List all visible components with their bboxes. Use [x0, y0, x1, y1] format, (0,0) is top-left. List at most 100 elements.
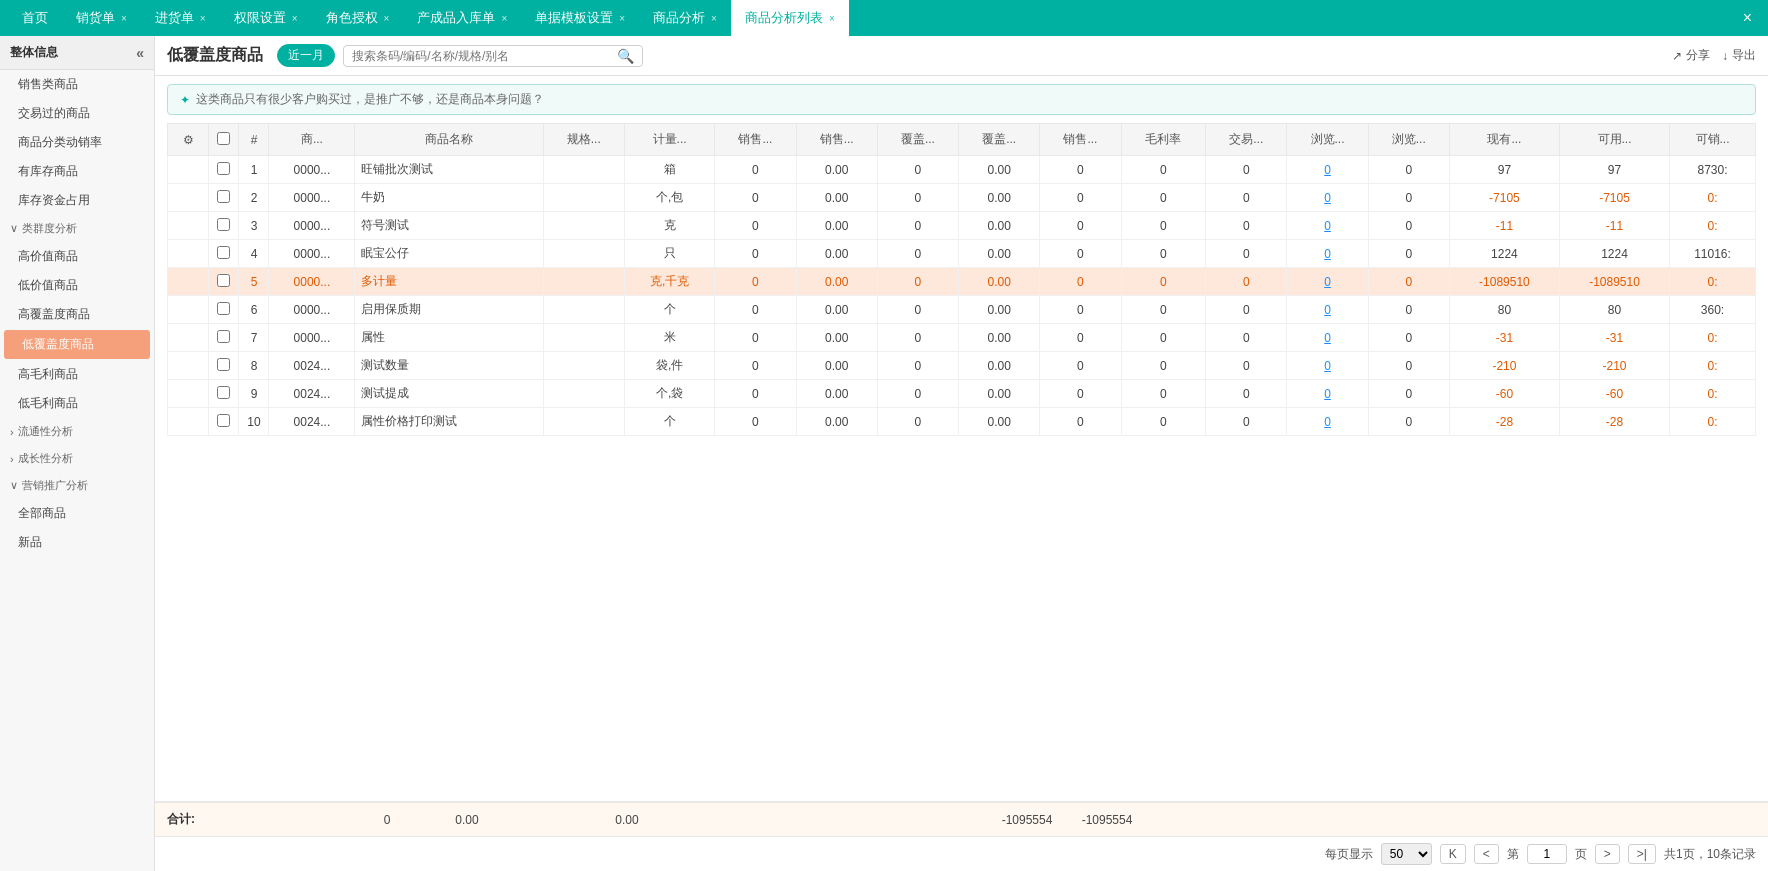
browse1-cell[interactable]: 0 [1287, 296, 1368, 324]
sales1-column-header[interactable]: 销售... [715, 124, 796, 156]
sidebar-item-high-value[interactable]: 高价值商品 [0, 242, 154, 271]
sales1-cell: 0 [715, 352, 796, 380]
row-checkbox[interactable] [217, 246, 230, 259]
checkbox-cell[interactable] [209, 380, 239, 408]
cover1-column-header[interactable]: 覆盖... [877, 124, 958, 156]
close-icon[interactable]: × [121, 13, 127, 24]
page-number-input[interactable] [1527, 844, 1567, 864]
search-input[interactable] [352, 49, 617, 63]
per-page-select[interactable]: 50 100 200 [1381, 843, 1432, 865]
close-all-tabs-button[interactable]: × [1735, 9, 1760, 27]
checkbox-cell[interactable] [209, 240, 239, 268]
checkbox-cell[interactable] [209, 184, 239, 212]
chevron-right-icon: › [10, 426, 14, 438]
browse1-cell[interactable]: 0 [1287, 380, 1368, 408]
first-page-button[interactable]: K [1440, 844, 1466, 864]
checkbox-cell[interactable] [209, 408, 239, 436]
sidebar-item-new-goods[interactable]: 新品 [0, 528, 154, 557]
nav-product-analysis[interactable]: 商品分析 × [639, 0, 731, 36]
browse2-cell: 0 [1368, 324, 1449, 352]
sales2-column-header[interactable]: 销售... [796, 124, 877, 156]
browse1-cell[interactable]: 0 [1287, 212, 1368, 240]
sidebar-item-high-coverage[interactable]: 高覆盖度商品 [0, 300, 154, 329]
sidebar-item-traded-goods[interactable]: 交易过的商品 [0, 99, 154, 128]
share-button[interactable]: ↗ 分享 [1672, 47, 1710, 64]
sidebar-item-low-coverage[interactable]: 低覆盖度商品 [4, 330, 150, 359]
browse1-cell[interactable]: 0 [1287, 240, 1368, 268]
prev-page-button[interactable]: < [1474, 844, 1499, 864]
checkbox-cell[interactable] [209, 212, 239, 240]
browse1-cell[interactable]: 0 [1287, 184, 1368, 212]
nav-role-auth[interactable]: 角色授权 × [312, 0, 404, 36]
settings-cell [168, 408, 209, 436]
sales3-column-header[interactable]: 销售... [1040, 124, 1121, 156]
row-checkbox[interactable] [217, 386, 230, 399]
sidebar-collapse-button[interactable]: « [136, 45, 144, 61]
row-checkbox[interactable] [217, 162, 230, 175]
row-checkbox[interactable] [217, 218, 230, 231]
row-checkbox[interactable] [217, 414, 230, 427]
close-icon[interactable]: × [619, 13, 625, 24]
row-checkbox[interactable] [217, 330, 230, 343]
close-icon[interactable]: × [200, 13, 206, 24]
browse1-cell[interactable]: 0 [1287, 324, 1368, 352]
sidebar-section-marketing[interactable]: ∨ 营销推广分析 [0, 472, 154, 499]
browse1-cell[interactable]: 0 [1287, 268, 1368, 296]
stock1-column-header[interactable]: 现有... [1449, 124, 1559, 156]
nav-purchase-order[interactable]: 进货单 × [141, 0, 220, 36]
sidebar-item-stock-goods[interactable]: 有库存商品 [0, 157, 154, 186]
select-all-checkbox[interactable] [217, 132, 230, 145]
sidebar-item-all-goods[interactable]: 全部商品 [0, 499, 154, 528]
code-column-header[interactable]: 商... [269, 124, 355, 156]
nav-template-settings[interactable]: 单据模板设置 × [521, 0, 639, 36]
export-button[interactable]: ↓ 导出 [1722, 47, 1756, 64]
close-icon[interactable]: × [501, 13, 507, 24]
sidebar-item-sales-goods[interactable]: 销售类商品 [0, 70, 154, 99]
checkbox-cell[interactable] [209, 268, 239, 296]
browse2-column-header[interactable]: 浏览... [1368, 124, 1449, 156]
spec-column-header[interactable]: 规格... [543, 124, 624, 156]
checkbox-cell[interactable] [209, 324, 239, 352]
sidebar-item-high-gross[interactable]: 高毛利商品 [0, 360, 154, 389]
close-icon[interactable]: × [292, 13, 298, 24]
sidebar-item-low-value[interactable]: 低价值商品 [0, 271, 154, 300]
sidebar-item-stock-funds[interactable]: 库存资金占用 [0, 186, 154, 215]
checkbox-cell[interactable] [209, 352, 239, 380]
nav-product-warehouse[interactable]: 产成品入库单 × [403, 0, 521, 36]
footer-cover2-total: 0.00 [587, 813, 667, 827]
stock2-column-header[interactable]: 可用... [1559, 124, 1669, 156]
unit-column-header[interactable]: 计量... [624, 124, 714, 156]
row-checkbox[interactable] [217, 274, 230, 287]
browse1-cell[interactable]: 0 [1287, 352, 1368, 380]
close-icon[interactable]: × [711, 13, 717, 24]
sidebar-item-low-gross[interactable]: 低毛利商品 [0, 389, 154, 418]
checkbox-column-header[interactable] [209, 124, 239, 156]
nav-home[interactable]: 首页 [8, 0, 62, 36]
row-checkbox[interactable] [217, 302, 230, 315]
checkbox-cell[interactable] [209, 156, 239, 184]
browse1-cell[interactable]: 0 [1287, 156, 1368, 184]
browse1-column-header[interactable]: 浏览... [1287, 124, 1368, 156]
settings-column-header[interactable]: ⚙ [168, 124, 209, 156]
close-icon[interactable]: × [384, 13, 390, 24]
nav-permission-settings[interactable]: 权限设置 × [220, 0, 312, 36]
nav-sales-order[interactable]: 销货单 × [62, 0, 141, 36]
sidebar-section-growth[interactable]: › 成长性分析 [0, 445, 154, 472]
sidebar-section-cluster-analysis[interactable]: ∨ 类群度分析 [0, 215, 154, 242]
nav-product-analysis-list[interactable]: 商品分析列表 × [731, 0, 849, 36]
checkbox-cell[interactable] [209, 296, 239, 324]
trade-column-header[interactable]: 交易... [1206, 124, 1287, 156]
next-page-button[interactable]: > [1595, 844, 1620, 864]
close-icon[interactable]: × [829, 13, 835, 24]
sidebar-item-category-turnover[interactable]: 商品分类动销率 [0, 128, 154, 157]
name-column-header[interactable]: 商品名称 [355, 124, 543, 156]
row-checkbox[interactable] [217, 358, 230, 371]
stock3-column-header[interactable]: 可销... [1670, 124, 1756, 156]
row-checkbox[interactable] [217, 190, 230, 203]
last-page-button[interactable]: >| [1628, 844, 1656, 864]
cover2-column-header[interactable]: 覆盖... [959, 124, 1040, 156]
browse1-cell[interactable]: 0 [1287, 408, 1368, 436]
filter-recent-month-button[interactable]: 近一月 [277, 44, 335, 67]
grossrate-column-header[interactable]: 毛利率 [1121, 124, 1206, 156]
sidebar-section-liquidity[interactable]: › 流通性分析 [0, 418, 154, 445]
